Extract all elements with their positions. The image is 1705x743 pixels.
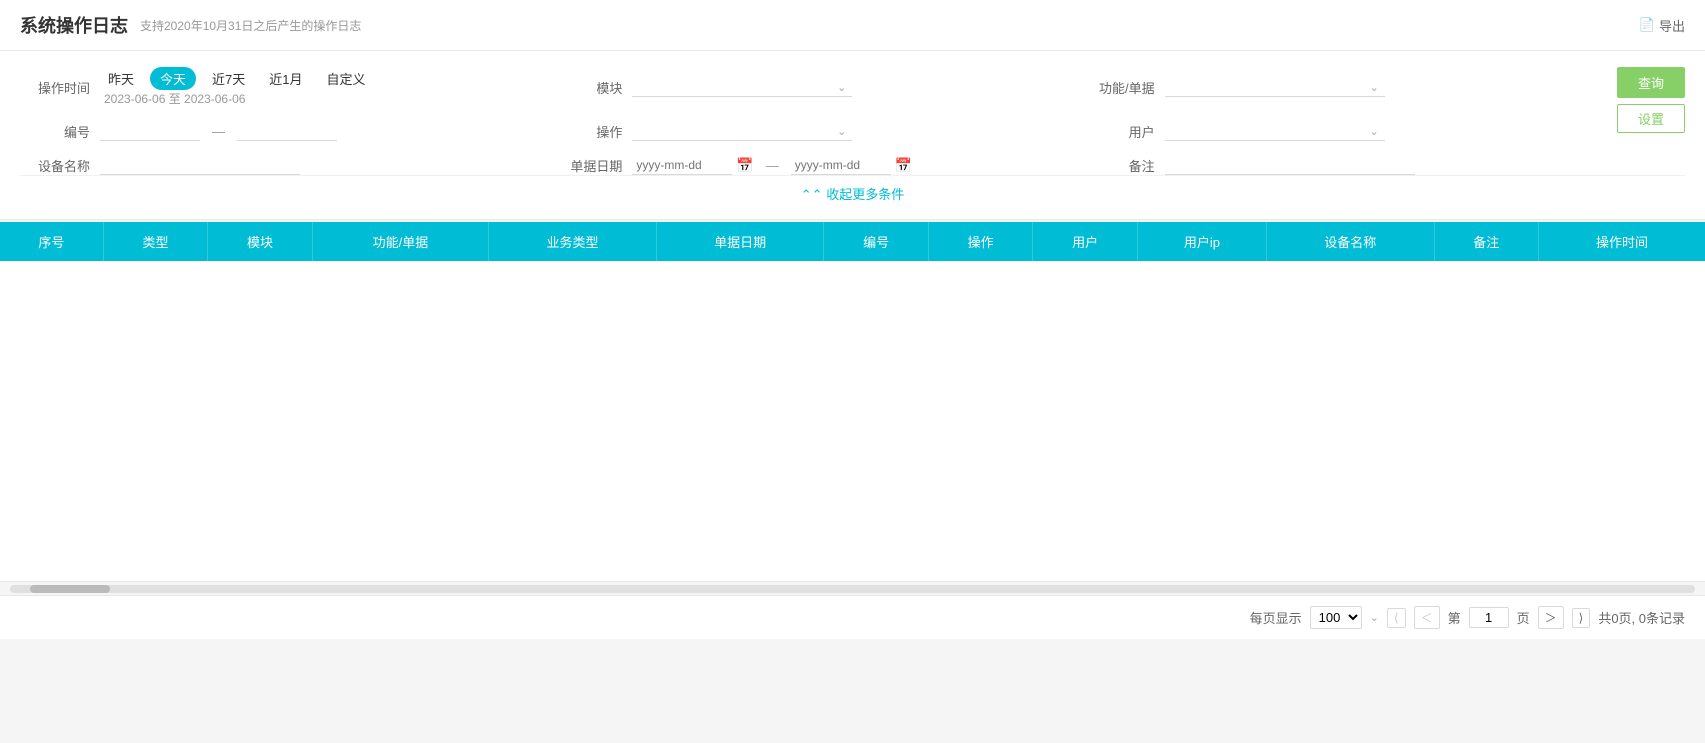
col-voucher-date: 单据日期 xyxy=(656,222,824,261)
col-num: 编号 xyxy=(824,222,928,261)
page-label: 第 xyxy=(1448,608,1461,627)
page-header: 系统操作日志 支持2020年10月31日之后产生的操作日志 📄 导出 xyxy=(0,0,1705,51)
func-select[interactable] xyxy=(1165,77,1385,97)
calendar-to-icon[interactable]: 📅 xyxy=(895,157,912,174)
col-device: 设备名称 xyxy=(1266,222,1434,261)
user-label: 用户 xyxy=(1085,122,1165,141)
remark-label: 备注 xyxy=(1085,156,1165,175)
collapse-bar[interactable]: ⌃⌃ 收起更多条件 xyxy=(20,175,1685,211)
filter-cell-device: 设备名称 xyxy=(20,155,552,175)
time-btn-7days[interactable]: 近7天 xyxy=(204,67,253,90)
col-remark: 备注 xyxy=(1434,222,1538,261)
device-label: 设备名称 xyxy=(20,156,100,175)
col-biz-type: 业务类型 xyxy=(489,222,657,261)
time-options-group: 昨天 今天 近7天 近1月 自定义 2023-06-06 至 2023-06-0… xyxy=(100,67,374,107)
filter-cell-operation: 操作 ⌄ xyxy=(552,121,1084,141)
time-options: 昨天 今天 近7天 近1月 自定义 xyxy=(100,67,374,90)
time-btn-yesterday[interactable]: 昨天 xyxy=(100,67,142,90)
time-btn-custom[interactable]: 自定义 xyxy=(319,67,374,90)
func-select-wrapper: ⌄ xyxy=(1165,77,1385,97)
time-label: 操作时间 xyxy=(20,78,100,97)
voucher-date-label: 单据日期 xyxy=(552,156,632,175)
prev-page-button[interactable]: ＜ xyxy=(1414,606,1440,629)
num-range: — xyxy=(100,121,337,141)
table-header-row: 序号 类型 模块 功能/单据 业务类型 单据日期 编号 操作 用户 用户ip 设… xyxy=(0,222,1705,261)
col-type: 类型 xyxy=(103,222,207,261)
operation-select-wrapper: ⌄ xyxy=(632,121,852,141)
func-label: 功能/单据 xyxy=(1085,78,1165,97)
setting-button[interactable]: 设置 xyxy=(1617,104,1685,133)
page-title: 系统操作日志 xyxy=(20,12,128,38)
user-select-wrapper: ⌄ xyxy=(1165,121,1385,141)
next-page-button[interactable]: ＞ xyxy=(1538,606,1564,629)
page-size-select[interactable]: 100 50 200 xyxy=(1310,606,1362,629)
col-module: 模块 xyxy=(208,222,312,261)
filter-main: 操作时间 昨天 今天 近7天 近1月 自定义 2023-06-06 至 2023… xyxy=(20,67,1685,175)
num-to-input[interactable] xyxy=(237,121,337,141)
page-input[interactable] xyxy=(1469,607,1509,628)
filter-cell-user: 用户 ⌄ xyxy=(1085,121,1617,141)
filter-cell-voucher-date: 单据日期 📅 — 📅 xyxy=(552,155,1084,175)
empty-area xyxy=(0,261,1705,581)
table-header: 序号 类型 模块 功能/单据 业务类型 单据日期 编号 操作 用户 用户ip 设… xyxy=(0,222,1705,261)
scrollbar-track[interactable] xyxy=(10,585,1695,593)
export-icon: 📄 xyxy=(1639,17,1655,33)
remark-input[interactable] xyxy=(1165,155,1415,175)
module-select[interactable] xyxy=(632,77,852,97)
device-input[interactable] xyxy=(100,155,300,175)
filter-cell-func: 功能/单据 ⌄ xyxy=(1085,67,1617,107)
col-seq: 序号 xyxy=(0,222,103,261)
time-btn-today[interactable]: 今天 xyxy=(150,67,196,90)
calendar-from-icon[interactable]: 📅 xyxy=(736,157,753,174)
voucher-date-from-input[interactable] xyxy=(632,156,732,175)
filter-cell-num: 编号 — xyxy=(20,121,552,141)
action-buttons: 查询 设置 xyxy=(1617,67,1685,133)
table-container: 序号 类型 模块 功能/单据 业务类型 单据日期 编号 操作 用户 用户ip 设… xyxy=(0,222,1705,581)
filter-columns: 操作时间 昨天 今天 近7天 近1月 自定义 2023-06-06 至 2023… xyxy=(20,67,1617,175)
scrollbar-area xyxy=(0,581,1705,595)
filter-cell-module: 模块 ⌄ xyxy=(552,67,1084,107)
scrollbar-thumb[interactable] xyxy=(30,585,110,593)
col-func: 功能/单据 xyxy=(312,222,488,261)
col-op-time: 操作时间 xyxy=(1539,222,1705,261)
col-operation: 操作 xyxy=(928,222,1032,261)
page-size-label: 每页显示 xyxy=(1250,608,1302,627)
col-user-ip: 用户ip xyxy=(1137,222,1266,261)
collapse-label: 收起更多条件 xyxy=(826,187,904,202)
filter-area: 操作时间 昨天 今天 近7天 近1月 自定义 2023-06-06 至 2023… xyxy=(0,51,1705,220)
voucher-date-dash: — xyxy=(766,158,779,173)
export-button[interactable]: 📄 导出 xyxy=(1639,16,1685,35)
module-select-wrapper: ⌄ xyxy=(632,77,852,97)
page-size-chevron-icon: ⌄ xyxy=(1370,611,1379,624)
total-text: 共0页, 0条记录 xyxy=(1598,608,1685,627)
num-from-input[interactable] xyxy=(100,121,200,141)
page-unit: 页 xyxy=(1517,608,1530,627)
export-label: 导出 xyxy=(1659,16,1685,35)
pagination-bar: 每页显示 100 50 200 ⌄ ⟨ ＜ 第 页 ＞ ⟩ 共0页, 0条记录 xyxy=(0,595,1705,639)
query-button[interactable]: 查询 xyxy=(1617,67,1685,98)
page-subtitle: 支持2020年10月31日之后产生的操作日志 xyxy=(140,17,361,34)
module-label: 模块 xyxy=(552,78,632,97)
last-page-button[interactable]: ⟩ xyxy=(1572,608,1591,628)
time-btn-1month[interactable]: 近1月 xyxy=(261,67,310,90)
operation-label: 操作 xyxy=(552,122,632,141)
col-user: 用户 xyxy=(1033,222,1137,261)
voucher-date-to-input[interactable] xyxy=(791,156,891,175)
collapse-icon: ⌃⌃ xyxy=(801,187,823,202)
data-table: 序号 类型 模块 功能/单据 业务类型 单据日期 编号 操作 用户 用户ip 设… xyxy=(0,222,1705,261)
first-page-button[interactable]: ⟨ xyxy=(1387,608,1406,628)
filter-cell-time: 操作时间 昨天 今天 近7天 近1月 自定义 2023-06-06 至 2023… xyxy=(20,67,552,107)
header-left: 系统操作日志 支持2020年10月31日之后产生的操作日志 xyxy=(20,12,361,38)
num-label: 编号 xyxy=(20,122,100,141)
user-select[interactable] xyxy=(1165,121,1385,141)
operation-select[interactable] xyxy=(632,121,852,141)
voucher-date-range: 📅 — 📅 xyxy=(632,156,912,175)
filter-cell-remark: 备注 xyxy=(1085,155,1617,175)
date-range-text: 2023-06-06 至 2023-06-06 xyxy=(104,90,374,107)
num-dash: — xyxy=(212,124,225,139)
